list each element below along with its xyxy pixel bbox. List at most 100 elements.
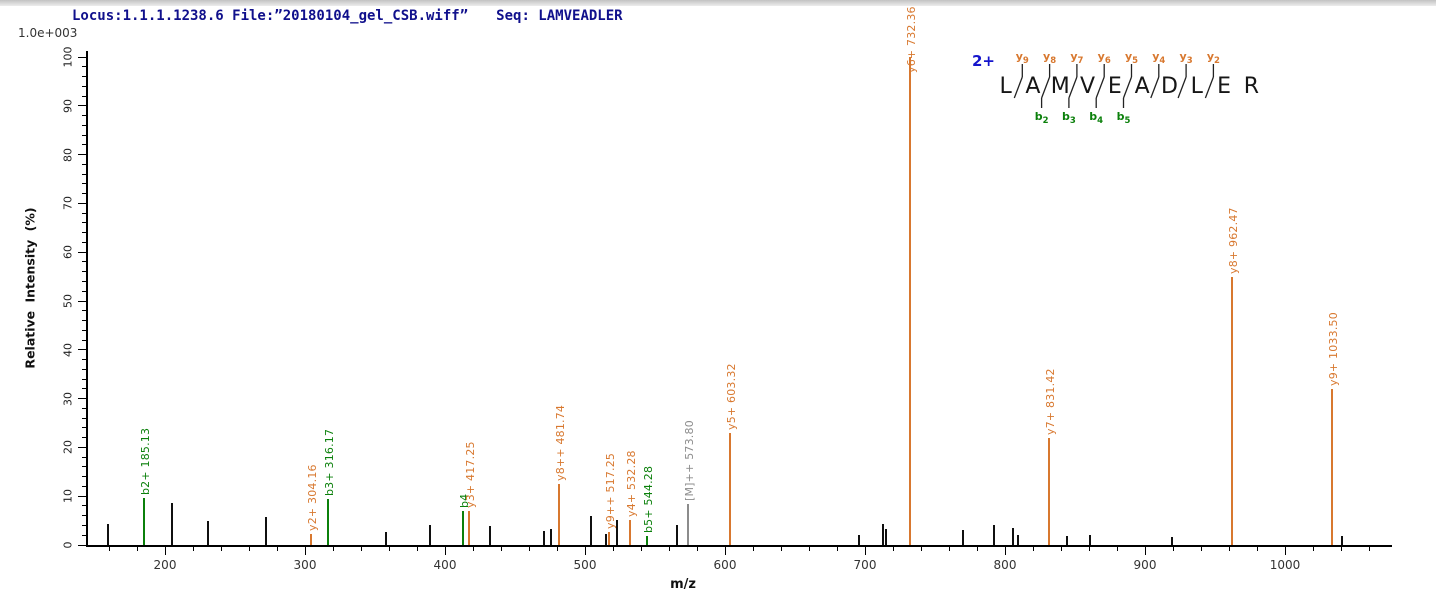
x-axis-tick	[389, 547, 390, 551]
y-axis-tick	[82, 124, 86, 126]
x-axis-tick	[473, 547, 474, 551]
y-ion-label: y3	[1179, 50, 1193, 67]
annotated-peak	[310, 534, 312, 545]
x-tick-label: 800	[993, 558, 1017, 572]
peak-label: y7+ 831.42	[1044, 367, 1057, 435]
spectrum-peak	[993, 524, 995, 545]
y-axis-tick	[82, 241, 86, 243]
x-axis-tick	[333, 547, 334, 551]
spectrum-peak	[1017, 535, 1019, 545]
x-axis-tick	[977, 547, 978, 551]
y-axis-tick	[82, 407, 86, 409]
spectrum-peak	[265, 516, 267, 545]
x-axis-tick	[865, 547, 866, 555]
y-axis-tick	[82, 310, 86, 312]
y-ion-label: y7	[1070, 50, 1084, 67]
y-axis-tick	[82, 476, 86, 478]
x-axis-tick	[165, 547, 166, 555]
spectrum-peak	[207, 520, 209, 545]
y-axis-tick	[82, 456, 86, 458]
b-ion-label: b2	[1034, 110, 1049, 127]
spectrum-peak	[107, 524, 109, 545]
annotated-peak	[1331, 388, 1333, 545]
y-axis-tick	[82, 261, 86, 263]
peak-label: b2+ 185.13	[139, 427, 152, 496]
x-axis-tick	[1285, 547, 1286, 555]
annotated-peak	[462, 510, 464, 545]
y-tick-label: 90	[61, 98, 75, 113]
spectrum-peak	[616, 519, 618, 545]
x-tick-label: 900	[1133, 558, 1157, 572]
peak-label: y3+ 417.25	[464, 441, 477, 508]
y-axis-tick	[78, 544, 86, 546]
y-axis-line	[86, 51, 88, 547]
y-axis-tick	[82, 280, 86, 282]
y-axis-tick	[78, 495, 86, 497]
x-axis-tick	[1369, 547, 1370, 551]
y-axis-tick	[78, 154, 86, 156]
y-axis-tick	[82, 183, 86, 185]
x-tick-label: 200	[153, 558, 177, 572]
x-tick-label: 500	[573, 558, 597, 572]
x-axis-tick	[305, 547, 306, 555]
y-tick-label: 20	[61, 440, 75, 455]
x-axis-tick	[361, 547, 362, 551]
y-axis-tick	[82, 115, 86, 117]
y-tick-label: 100	[61, 46, 75, 68]
y-axis-tick	[82, 515, 86, 517]
b-ion-label: b5	[1116, 110, 1131, 127]
y-axis-tick	[78, 300, 86, 302]
y-ion-label: y5	[1124, 50, 1139, 67]
x-axis-tick	[557, 547, 558, 551]
spectrum-peak	[171, 502, 173, 545]
x-axis-tick	[1201, 547, 1202, 551]
y-axis-tick	[82, 417, 86, 419]
y-axis-tick	[78, 251, 86, 253]
annotated-peak	[143, 498, 145, 545]
x-axis-title: m/z	[670, 577, 696, 592]
x-axis-tick	[1145, 547, 1146, 555]
y-ion-label: y2	[1206, 50, 1220, 67]
peak-label: y9++ 517.25	[604, 453, 617, 530]
y-tick-label: 60	[61, 245, 75, 260]
x-axis-tick	[585, 547, 586, 555]
x-axis-tick	[809, 547, 810, 551]
peak-label: b5+ 544.28	[642, 466, 655, 534]
spectrum-peak	[429, 525, 431, 545]
x-axis-tick	[1341, 547, 1342, 551]
spectrum-peak	[676, 525, 678, 545]
x-tick-label: 1000	[1269, 558, 1301, 572]
y-tick-label: 80	[61, 147, 75, 162]
y-axis-tick	[82, 76, 86, 78]
x-axis-tick	[641, 547, 642, 551]
y-axis-tick	[78, 349, 86, 351]
x-axis-tick	[1117, 547, 1118, 551]
y-axis-tick	[82, 222, 86, 224]
annotated-peak	[909, 57, 911, 545]
annotated-peak	[687, 504, 689, 545]
spectrum-peak	[590, 515, 592, 545]
y-axis-tick	[82, 193, 86, 195]
y-axis-tick	[82, 437, 86, 439]
y-ion-label: y4	[1152, 50, 1166, 67]
x-axis-tick	[697, 547, 698, 551]
spectrum-peak	[1089, 535, 1091, 545]
x-axis-tick	[137, 547, 138, 551]
y-axis-tick	[82, 378, 86, 380]
x-axis-tick	[221, 547, 222, 551]
y-axis-tick	[78, 56, 86, 58]
peak-label: y4+ 532.28	[625, 449, 638, 517]
x-axis-tick	[921, 547, 922, 551]
x-axis-tick	[277, 547, 278, 551]
y-axis-tick	[82, 329, 86, 331]
spectrum-peak	[550, 529, 552, 545]
y-axis-tick	[82, 339, 86, 341]
annotated-peak	[1231, 276, 1233, 545]
x-axis-tick	[529, 547, 530, 551]
spectrum-peak	[882, 524, 884, 545]
x-axis-tick	[501, 547, 502, 551]
annotated-peak	[468, 510, 470, 545]
x-tick-label: 300	[293, 558, 317, 572]
annotated-peak	[327, 499, 329, 545]
y-axis-tick	[82, 271, 86, 273]
